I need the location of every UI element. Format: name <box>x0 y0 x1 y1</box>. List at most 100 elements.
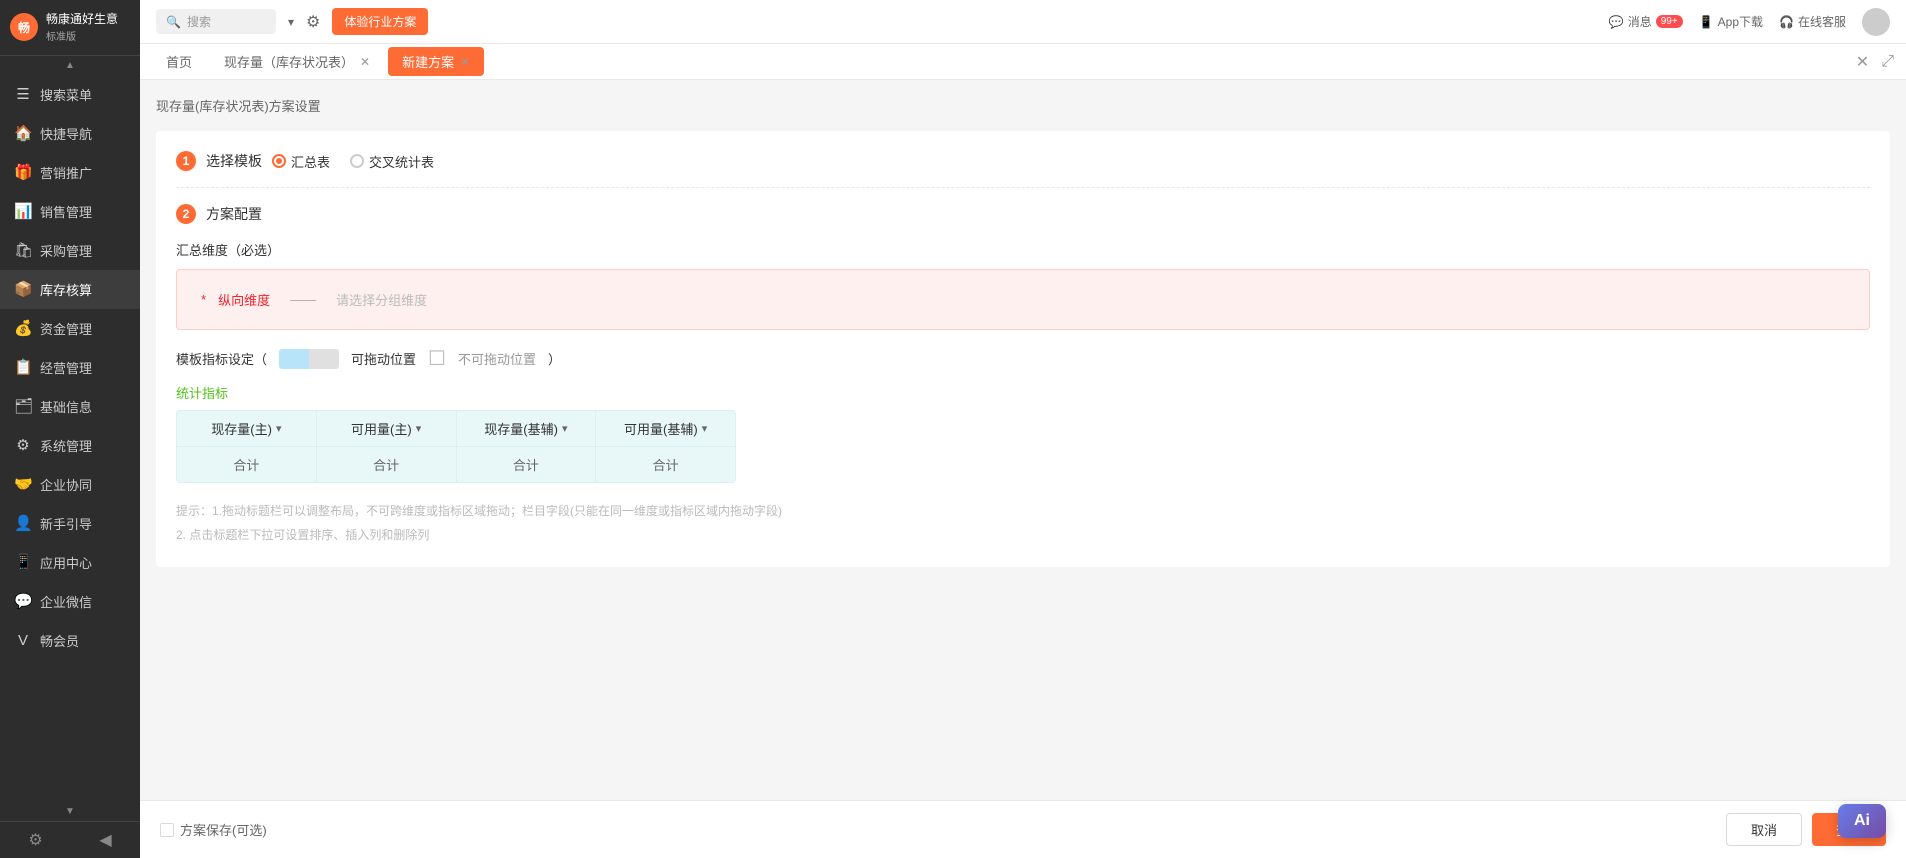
settings-button[interactable]: ⚙ <box>28 830 42 850</box>
user-icon: 👤 <box>14 514 32 532</box>
gear-icon: ⚙ <box>14 436 32 454</box>
sidebar-item-operations[interactable]: 📋 经营管理 <box>0 348 140 387</box>
sidebar-item-system[interactable]: ⚙ 系统管理 <box>0 426 140 465</box>
ai-button[interactable]: Ai <box>1838 804 1886 838</box>
message-btn[interactable]: 💬 消息 99+ <box>1609 13 1683 30</box>
new-plan-tab-close[interactable]: ✕ <box>460 55 470 69</box>
box-icon: 📦 <box>14 280 32 298</box>
user-avatar[interactable] <box>1862 8 1890 36</box>
logo-icon: 畅 <box>10 13 38 41</box>
sidebar-item-quick-nav[interactable]: 🏠 快捷导航 <box>0 114 140 153</box>
handshake-icon: 🤝 <box>14 475 32 493</box>
inventory-tab-close[interactable]: ✕ <box>360 55 370 69</box>
no-drag-label: 不可拖动位置 <box>458 349 536 368</box>
online-service-btn[interactable]: 🎧 在线客服 <box>1779 13 1846 30</box>
headset-icon: 🎧 <box>1779 15 1794 29</box>
sidebar-item-apps[interactable]: 📱 应用中心 <box>0 543 140 582</box>
gift-icon: 🎁 <box>14 163 32 181</box>
step2-header: 2 方案配置 <box>176 204 1870 224</box>
sidebar-item-newbie[interactable]: 👤 新手引导 <box>0 504 140 543</box>
message-icon: 💬 <box>1609 15 1624 29</box>
sidebar-item-purchase[interactable]: 🛍 采购管理 <box>0 231 140 270</box>
topbar: 🔍 搜索 ▾ ⚙ 体验行业方案 💬 消息 99+ 📱 App下载 🎧 在线客服 <box>140 0 1906 44</box>
clipboard-icon: 📋 <box>14 358 32 376</box>
stats-col-header-3: 可用量(基辅) ▾ <box>596 411 735 447</box>
sidebar-item-corp[interactable]: 🤝 企业协同 <box>0 465 140 504</box>
hints-item-1: 2. 点击标题栏下拉可设置排序、插入列和删除列 <box>176 523 1870 547</box>
step1-label: 选择模板 <box>206 151 262 171</box>
save-label: 方案保存(可选) <box>180 820 267 839</box>
cancel-button[interactable]: 取消 <box>1726 813 1802 846</box>
download-icon: 📱 <box>1699 15 1714 29</box>
stats-col-0: 现存量(主) ▾ 合计 <box>177 411 317 482</box>
app-version: 标准版 <box>46 28 118 43</box>
sidebar-scroll-down[interactable]: ▼ <box>0 802 140 821</box>
tab-expand[interactable]: ⤢ <box>1881 53 1894 71</box>
step2-num: 2 <box>176 204 196 224</box>
chart-icon: 📊 <box>14 202 32 220</box>
sidebar-item-sales[interactable]: 📊 销售管理 <box>0 192 140 231</box>
stats-col-body-2: 合计 <box>457 447 596 482</box>
collapse-button[interactable]: ◀ <box>99 830 111 850</box>
sidebar-bottom: ⚙ ◀ <box>0 821 140 858</box>
sidebar-item-marketing[interactable]: 🎁 营销推广 <box>0 153 140 192</box>
col-1-chevron[interactable]: ▾ <box>416 422 422 435</box>
sidebar-item-finance[interactable]: 💰 资金管理 <box>0 309 140 348</box>
tab-close-all[interactable]: ✕ <box>1856 52 1869 72</box>
topbar-dropdown[interactable]: ▾ <box>288 15 294 29</box>
tab-inventory-status[interactable]: 现存量（库存状况表） ✕ <box>210 46 384 77</box>
sidebar-nav: ☰ 搜索菜单 🏠 快捷导航 🎁 营销推广 📊 销售管理 🛍 采购管理 📦 库存核… <box>0 75 140 802</box>
step1-num: 1 <box>176 151 196 171</box>
page-title: 现存量(库存状况表)方案设置 <box>156 96 1890 115</box>
chat-icon: 💬 <box>14 592 32 610</box>
topbar-settings-icon[interactable]: ⚙ <box>306 12 320 32</box>
indicator-close-paren: ） <box>548 349 561 368</box>
message-badge: 99+ <box>1656 15 1683 28</box>
home-icon: 🏠 <box>14 124 32 142</box>
sidebar-scroll-up[interactable]: ▲ <box>0 56 140 75</box>
save-checkbox[interactable] <box>160 823 174 837</box>
main-area: 🔍 搜索 ▾ ⚙ 体验行业方案 💬 消息 99+ 📱 App下载 🎧 在线客服 <box>140 0 1906 858</box>
sidebar-item-wechat[interactable]: 💬 企业微信 <box>0 582 140 621</box>
template-radio-group: 汇总表 交叉统计表 <box>272 152 434 171</box>
app-download-btn[interactable]: 📱 App下载 <box>1699 13 1763 30</box>
sidebar-item-search[interactable]: ☰ 搜索菜单 <box>0 75 140 114</box>
mobile-icon: 📱 <box>14 553 32 571</box>
draggable-indicator <box>279 349 339 369</box>
tab-new-plan[interactable]: 新建方案 ✕ <box>388 47 484 76</box>
content-area: 现存量(库存状况表)方案设置 1 选择模板 汇总表 交叉统计表 <box>140 80 1906 800</box>
stats-col-3: 可用量(基辅) ▾ 合计 <box>596 411 735 482</box>
app-logo: 畅 畅康通好生意 标准版 <box>0 0 140 56</box>
required-star: * <box>201 292 206 307</box>
warning-row: * 纵向维度 —— 请选择分组维度 <box>201 290 1845 309</box>
stats-table-header: 现存量(主) ▾ 合计 可用量(主) ▾ 合计 <box>177 411 735 482</box>
search-menu-icon: ☰ <box>14 85 32 103</box>
radio-cross-dot <box>350 154 364 168</box>
radio-summary-dot <box>272 154 286 168</box>
stats-col-header-1: 可用量(主) ▾ <box>317 411 456 447</box>
step-divider-1 <box>176 187 1870 188</box>
col-3-chevron[interactable]: ▾ <box>702 422 708 435</box>
sidebar-item-member[interactable]: V 畅会员 <box>0 621 140 660</box>
stats-col-2: 现存量(基辅) ▾ 合计 <box>457 411 597 482</box>
folder-icon: 🗂 <box>14 397 32 415</box>
radio-summary[interactable]: 汇总表 <box>272 152 330 171</box>
col-0-chevron[interactable]: ▾ <box>276 422 282 435</box>
tab-home[interactable]: 首页 <box>152 46 206 77</box>
config-card: 1 选择模板 汇总表 交叉统计表 2 方案配置 <box>156 131 1890 567</box>
col-2-chevron[interactable]: ▾ <box>562 422 568 435</box>
radio-cross[interactable]: 交叉统计表 <box>350 152 434 171</box>
industry-btn[interactable]: 体验行业方案 <box>332 8 428 35</box>
search-box[interactable]: 🔍 搜索 <box>156 9 276 34</box>
hints-item-0: 提示：1.拖动标题栏可以调整布局，不可跨维度或指标区域拖动；栏目字段(只能在同一… <box>176 499 1870 523</box>
hints-area: 提示：1.拖动标题栏可以调整布局，不可跨维度或指标区域拖动；栏目字段(只能在同一… <box>176 499 1870 547</box>
stats-table: 现存量(主) ▾ 合计 可用量(主) ▾ 合计 <box>176 410 736 483</box>
dimension-placeholder: 请选择分组维度 <box>336 290 427 309</box>
inventory-tab-label: 现存量（库存状况表） <box>224 52 354 71</box>
stats-label: 统计指标 <box>176 383 1870 402</box>
search-placeholder: 搜索 <box>187 13 211 30</box>
sidebar-item-base-info[interactable]: 🗂 基础信息 <box>0 387 140 426</box>
warning-dash: —— <box>290 292 316 307</box>
sidebar-item-inventory[interactable]: 📦 库存核算 <box>0 270 140 309</box>
save-option: 方案保存(可选) <box>160 820 267 839</box>
